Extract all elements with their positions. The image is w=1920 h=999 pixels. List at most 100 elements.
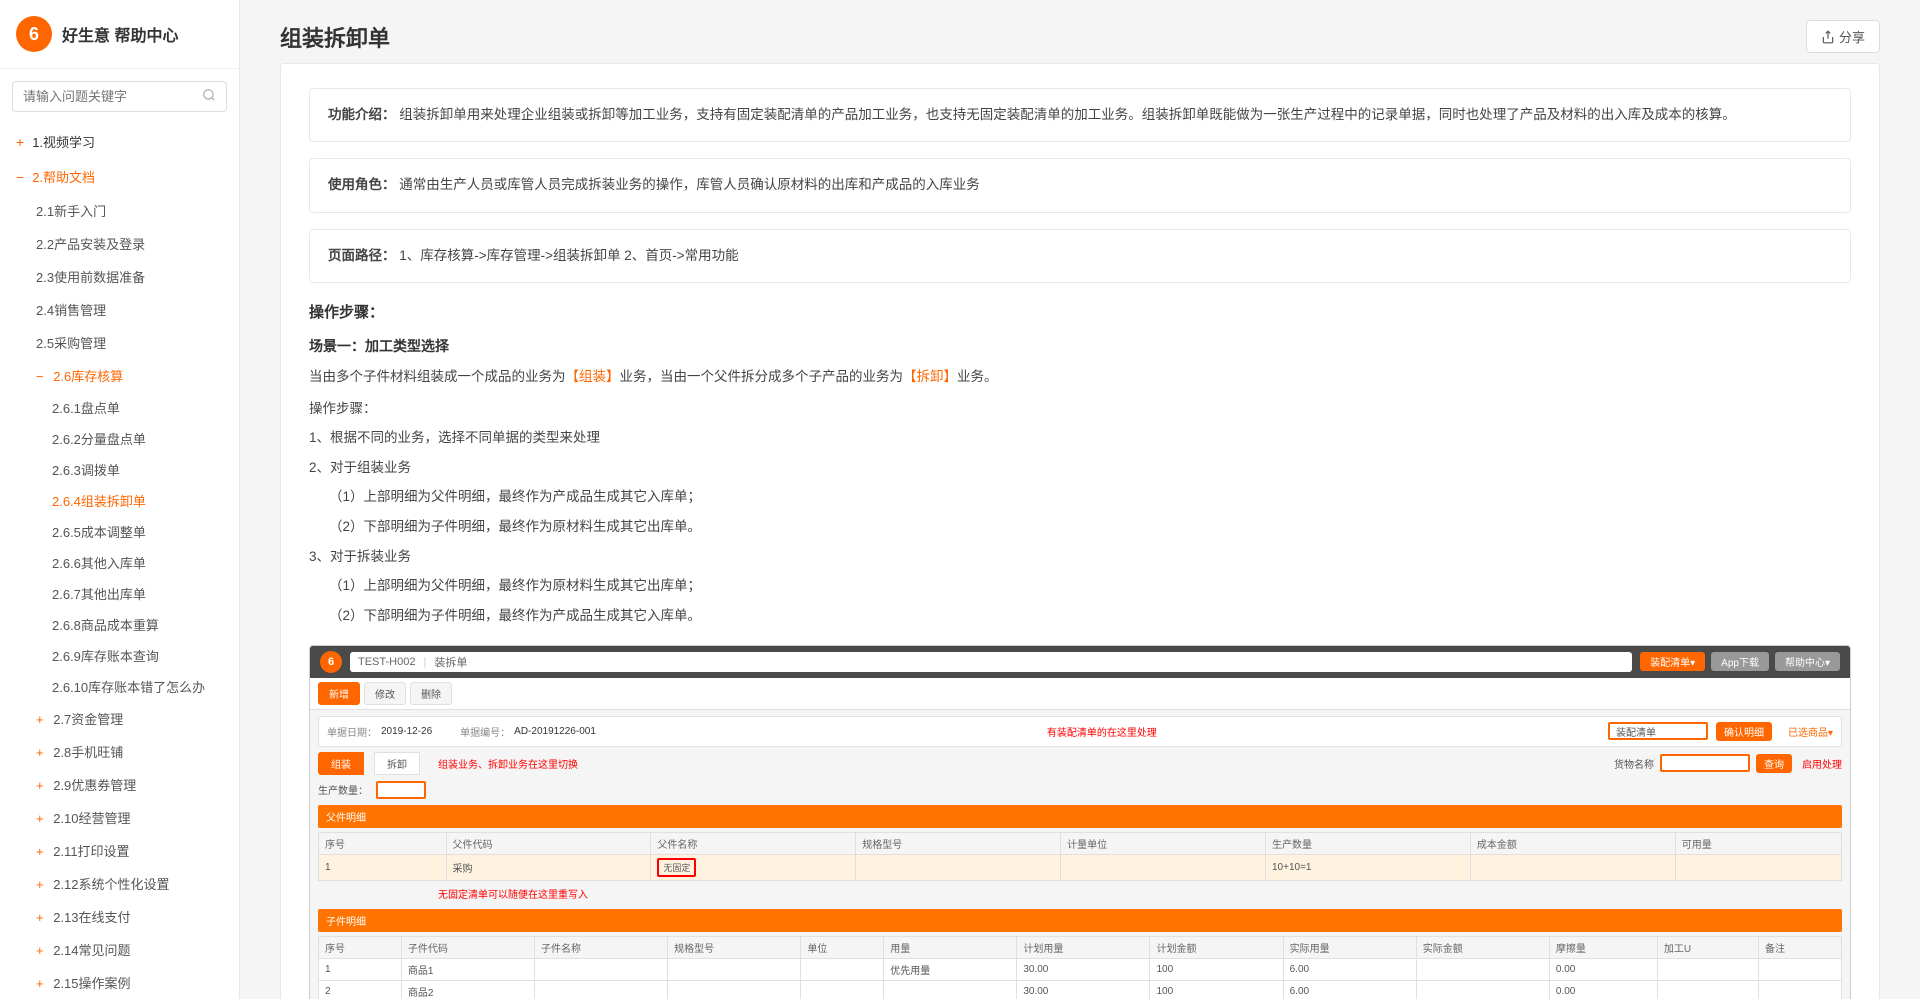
ss-date-field: 单据日期： 2019-12-26	[327, 724, 432, 739]
ss-seg-disassembly[interactable]: 拆卸	[374, 752, 420, 775]
sidebar-item-inv3[interactable]: 2.6.3调拨单	[0, 454, 239, 485]
ss-col-code2: 子件代码	[401, 936, 534, 958]
role-label: 使用角色：	[328, 177, 396, 192]
func-intro-text: 组装拆卸单用来处理企业组装或拆卸等加工业务，支持有固定装配清单的产品加工业务，也…	[399, 107, 1736, 122]
search-input[interactable]	[23, 89, 202, 104]
ss-btn-help[interactable]: 帮助中心▾	[1775, 652, 1840, 671]
ss-upper-table-header: 父件明细	[318, 805, 1842, 828]
ss-cell: 100	[1150, 980, 1283, 999]
sidebar-item-system[interactable]: + 2.12系统个性化设置	[0, 867, 239, 900]
role-text: 通常由生产人员或库管人员完成拆装业务的操作，库管人员确认原材料的出库和产成品的入…	[399, 177, 980, 192]
ss-annotation-bom: 有装配清单的在这里处理	[1047, 724, 1157, 739]
sidebar-item-mobile[interactable]: + 2.8手机旺铺	[0, 735, 239, 768]
sidebar-item-data[interactable]: 2.3使用前数据准备	[0, 260, 239, 293]
ss-qty-label: 生产数量：	[318, 782, 368, 797]
sidebar-item-inventory[interactable]: − 2.6库存核算	[0, 359, 239, 392]
nav-section: + 1.视频学习 − 2.帮助文档 2.1新手入门 2.2产品安装及登录 2.3…	[0, 124, 239, 999]
ss-lower-table-area: 子件明细 序号 子件代码 子件名称 规格型号 单位 用量	[318, 909, 1842, 999]
sidebar-item-online[interactable]: + 2.13在线支付	[0, 900, 239, 933]
step3-sub2: （2）下部明细为子件明细，最终作为产成品生成其它入库单。	[329, 603, 1851, 629]
sidebar-item-ops[interactable]: + 2.10经营管理	[0, 801, 239, 834]
search-box[interactable]	[12, 81, 227, 112]
step3-sub1: （1）上部明细为父件明细，最终作为原材料生成其它出库单；	[329, 573, 1851, 599]
ss-cell: 无固定	[651, 854, 856, 880]
ss-col-qty: 生产数量	[1265, 832, 1470, 854]
ss-col-name: 父件名称	[651, 832, 856, 854]
sidebar-item-inv6[interactable]: 2.6.6其他入库单	[0, 547, 239, 578]
sidebar-item-install[interactable]: 2.2产品安装及登录	[0, 227, 239, 260]
ss-right-controls: 货物名称 查询 启用处理	[1614, 754, 1842, 773]
ss-cell: 100	[1150, 958, 1283, 980]
sidebar-item-inv4[interactable]: 2.6.4组装拆卸单	[0, 485, 239, 516]
sidebar-item-new[interactable]: 2.1新手入门	[0, 194, 239, 227]
ss-goods-input[interactable]	[1660, 754, 1750, 772]
ss-cell	[1416, 980, 1549, 999]
ss-extra-btn[interactable]: 已选商品▾	[1788, 724, 1833, 739]
ss-bom-field[interactable]: 装配清单	[1608, 722, 1708, 740]
ss-cell	[535, 980, 668, 999]
step3: 3、对于拆装业务	[309, 544, 1851, 570]
logo-area: 6 好生意 帮助中心	[0, 0, 239, 69]
sidebar-item-faq[interactable]: + 2.14常见问题	[0, 933, 239, 966]
steps-label: 操作步骤：	[309, 396, 1851, 422]
ss-id-value: AD-20191226-001	[514, 726, 596, 737]
sidebar-item-inv8[interactable]: 2.6.8商品成本重算	[0, 609, 239, 640]
ss-top-buttons: 装配清单▾ App下载 帮助中心▾	[1640, 652, 1840, 671]
ss-tab-new[interactable]: 新增	[318, 682, 360, 705]
ss-seg-assembly[interactable]: 组装	[318, 752, 364, 775]
func-intro-block: 功能介绍： 组装拆卸单用来处理企业组装或拆卸等加工业务，支持有固定装配清单的产品…	[309, 88, 1851, 142]
ss-cell	[1657, 958, 1758, 980]
ss-cell	[1061, 854, 1266, 880]
ss-qty-input[interactable]	[376, 781, 426, 799]
ss-col-diff: 摩擦量	[1549, 936, 1657, 958]
sidebar-item-inv9[interactable]: 2.6.9库存账本查询	[0, 640, 239, 671]
ss-col-seq2: 序号	[319, 936, 402, 958]
ss-col-spec: 规格型号	[856, 832, 1061, 854]
ss-col-name2: 子件名称	[535, 936, 668, 958]
highlight-assembly: 【组装】	[566, 369, 620, 384]
func-intro-label: 功能介绍：	[328, 107, 396, 122]
sidebar-item-purchase[interactable]: 2.5采购管理	[0, 326, 239, 359]
ss-form-row: 单据日期： 2019-12-26 单据编号： AD-20191226-001 有…	[318, 716, 1842, 747]
sidebar-item-print[interactable]: + 2.11打印设置	[0, 834, 239, 867]
ss-lower-header-row: 序号 子件代码 子件名称 规格型号 单位 用量 计划用量 计划金额 实际用量	[319, 936, 1842, 958]
ss-col-act-amt: 实际金额	[1416, 936, 1549, 958]
ss-cell: 6.00	[1283, 980, 1416, 999]
ss-tab-edit[interactable]: 修改	[364, 682, 406, 705]
path-block: 页面路径： 1、库存核算->库存管理->组装拆卸单 2、首页->常用功能	[309, 229, 1851, 283]
sidebar-item-video[interactable]: + 1.视频学习	[0, 124, 239, 159]
ss-col-spec2: 规格型号	[668, 936, 801, 958]
ss-date-label: 单据日期：	[327, 724, 377, 739]
ss-search-btn[interactable]: 查询	[1756, 754, 1792, 773]
ss-cell: 0.00	[1549, 958, 1657, 980]
ss-cell	[535, 958, 668, 980]
sidebar-item-docs-label: 2.帮助文档	[32, 167, 95, 186]
ss-cell	[1675, 854, 1841, 880]
sidebar-item-inv10[interactable]: 2.6.10库存账本错了怎么办	[0, 671, 239, 702]
share-button[interactable]: 分享	[1806, 20, 1880, 53]
ss-col-plan-qty: 计划用量	[1017, 936, 1150, 958]
role-block: 使用角色： 通常由生产人员或库管人员完成拆装业务的操作，库管人员确认原材料的出库…	[309, 158, 1851, 212]
ss-col-unit: 计量单位	[1061, 832, 1266, 854]
sidebar-item-inv2[interactable]: 2.6.2分量盘点单	[0, 423, 239, 454]
sidebar-item-finance[interactable]: + 2.7资金管理	[0, 702, 239, 735]
sidebar-item-inv7[interactable]: 2.6.7其他出库单	[0, 578, 239, 609]
sidebar-item-sales[interactable]: 2.4销售管理	[0, 293, 239, 326]
ss-confirm-btn[interactable]: 确认明细	[1716, 722, 1772, 741]
sidebar-item-cases[interactable]: + 2.15操作案例	[0, 966, 239, 999]
ss-btn-bom[interactable]: 装配清单▾	[1640, 652, 1705, 671]
ss-cell: 采购	[446, 854, 651, 880]
ss-tab-del[interactable]: 删除	[410, 682, 452, 705]
plus-icon: +	[16, 134, 24, 150]
ss-cell: 商品2	[401, 980, 534, 999]
page-title: 组装拆卸单	[280, 21, 390, 53]
sidebar-item-coupon[interactable]: + 2.9优惠券管理	[0, 768, 239, 801]
sidebar-item-docs[interactable]: − 2.帮助文档	[0, 159, 239, 194]
ss-btn-app[interactable]: App下载	[1711, 652, 1769, 671]
ss-col-act-qty: 实际用量	[1283, 936, 1416, 958]
sidebar-item-inv1[interactable]: 2.6.1盘点单	[0, 392, 239, 423]
ss-upper-table-header-row: 序号 父件代码 父件名称 规格型号 计量单位 生产数量 成本金额 可用量	[319, 832, 1842, 854]
ss-cell: 6.00	[1283, 958, 1416, 980]
main-content: 组装拆卸单 分享 功能介绍： 组装拆卸单用来处理企业组装或拆卸等加工业务，支持有…	[240, 0, 1920, 999]
sidebar-item-inv5[interactable]: 2.6.5成本调整单	[0, 516, 239, 547]
